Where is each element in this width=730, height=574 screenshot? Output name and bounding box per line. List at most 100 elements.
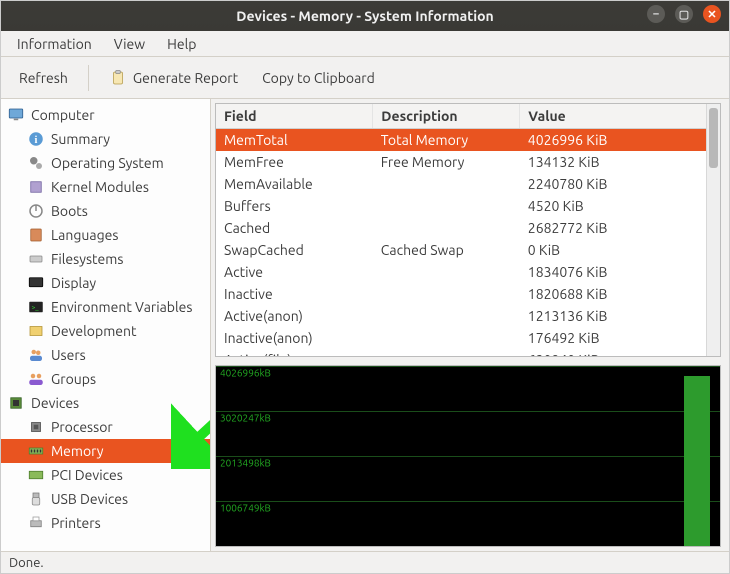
dev-icon: [27, 322, 45, 340]
chip-icon: [7, 394, 25, 412]
cell-description: Total Memory: [373, 129, 520, 152]
sidebar-item-label: Printers: [51, 515, 101, 531]
table-row[interactable]: SwapCachedCached Swap0 KiB: [216, 239, 706, 261]
toolbar-separator: [88, 65, 89, 91]
cell-value: 2682772 KiB: [520, 217, 706, 239]
power-icon: [27, 202, 45, 220]
info-icon: i: [27, 130, 45, 148]
table-row[interactable]: Active1834076 KiB: [216, 261, 706, 283]
sidebar-item-label: Operating System: [51, 155, 164, 171]
cell-description: Free Memory: [373, 151, 520, 173]
table-row[interactable]: MemAvailable2240780 KiB: [216, 173, 706, 195]
cell-description: [373, 217, 520, 239]
menu-help[interactable]: Help: [157, 33, 206, 55]
refresh-button[interactable]: Refresh: [11, 66, 76, 90]
sidebar-item-display[interactable]: Display: [1, 271, 210, 295]
table-row[interactable]: MemFreeFree Memory134132 KiB: [216, 151, 706, 173]
window-title: Devices - Memory - System Information: [11, 8, 719, 24]
display-icon: [27, 274, 45, 292]
copy-clipboard-label: Copy to Clipboard: [262, 70, 375, 86]
sidebar-item-label: Groups: [51, 371, 96, 387]
grid-scrollbar[interactable]: [706, 104, 720, 356]
maximize-button[interactable]: ▢: [675, 5, 693, 23]
gears-icon: [27, 154, 45, 172]
cell-field: MemTotal: [216, 129, 373, 152]
cell-value: 2240780 KiB: [520, 173, 706, 195]
cell-description: [373, 349, 520, 356]
sidebar-item-label: USB Devices: [51, 491, 128, 507]
sidebar-item-groups[interactable]: Groups: [1, 367, 210, 391]
table-row[interactable]: Active(anon)1213136 KiB: [216, 305, 706, 327]
window-controls: – ▢ ✕: [647, 5, 721, 23]
minimize-button[interactable]: –: [647, 5, 665, 23]
table-row[interactable]: MemTotalTotal Memory4026996 KiB: [216, 129, 706, 152]
cell-field: Active(file): [216, 349, 373, 356]
cell-field: MemFree: [216, 151, 373, 173]
printer-icon: [27, 514, 45, 532]
sidebar-item-label: Summary: [51, 131, 110, 147]
sidebar-item-label: PCI Devices: [51, 467, 123, 483]
chart-bar: [684, 376, 710, 546]
chart-tick-label: 4026996kB: [220, 368, 271, 379]
cell-value: 1834076 KiB: [520, 261, 706, 283]
window: Devices - Memory - System Information – …: [0, 0, 730, 574]
sidebar-item-environment-variables[interactable]: >_ Environment Variables: [1, 295, 210, 319]
sidebar-item-summary[interactable]: i Summary: [1, 127, 210, 151]
book-icon: [27, 226, 45, 244]
sidebar[interactable]: Computer i Summary Operating System Kernel M…: [1, 99, 211, 551]
close-button[interactable]: ✕: [703, 5, 721, 23]
sidebar-item-languages[interactable]: Languages: [1, 223, 210, 247]
usb-icon: [27, 490, 45, 508]
grid-header-value[interactable]: Value: [520, 104, 706, 129]
cpu-icon: [27, 418, 45, 436]
sidebar-item-boots[interactable]: Boots: [1, 199, 210, 223]
grid-scrollbar-thumb[interactable]: [709, 108, 718, 168]
memory-icon: [27, 442, 45, 460]
chart-gridline: [216, 366, 720, 367]
cell-value: 1820688 KiB: [520, 283, 706, 305]
copy-clipboard-button[interactable]: Copy to Clipboard: [254, 66, 383, 90]
terminal-icon: >_: [27, 298, 45, 316]
grid-header-description[interactable]: Description: [373, 104, 520, 129]
sidebar-section-devices[interactable]: Devices: [1, 391, 210, 415]
sidebar-item-usb-devices[interactable]: USB Devices: [1, 487, 210, 511]
sidebar-item-filesystems[interactable]: Filesystems: [1, 247, 210, 271]
sidebar-item-kernel-modules[interactable]: Kernel Modules: [1, 175, 210, 199]
chart-tick-label: 2013498kB: [220, 458, 271, 469]
cell-field: Inactive(anon): [216, 327, 373, 349]
sidebar-item-label: Environment Variables: [51, 299, 192, 315]
menu-view[interactable]: View: [104, 33, 155, 55]
table-row[interactable]: Inactive(anon)176492 KiB: [216, 327, 706, 349]
body: Computer i Summary Operating System Kernel M…: [1, 99, 729, 551]
sidebar-item-development[interactable]: Development: [1, 319, 210, 343]
sidebar-item-printers[interactable]: Printers: [1, 511, 210, 535]
sidebar-item-label: Users: [51, 347, 86, 363]
cell-value: 4520 KiB: [520, 195, 706, 217]
table-row[interactable]: Active(file) 620940 KiB: [216, 349, 706, 356]
table-row[interactable]: Inactive1820688 KiB: [216, 283, 706, 305]
data-grid[interactable]: Field Description Value MemTotalTotal Me…: [216, 104, 706, 356]
chart-gridline: [216, 501, 720, 502]
chart-tick-label: 1006749kB: [220, 503, 271, 514]
sidebar-item-processor[interactable]: Processor: [1, 415, 210, 439]
cell-value: 134132 KiB: [520, 151, 706, 173]
sidebar-item-memory[interactable]: Memory: [1, 439, 210, 463]
sidebar-item-users[interactable]: Users: [1, 343, 210, 367]
generate-report-button[interactable]: Generate Report: [101, 65, 246, 91]
cell-value: 0 KiB: [520, 239, 706, 261]
grid-header-field[interactable]: Field: [216, 104, 373, 129]
toolbar: Refresh Generate Report Copy to Clipboar…: [1, 57, 729, 99]
titlebar: Devices - Memory - System Information – …: [1, 1, 729, 31]
cell-value: 1213136 KiB: [520, 305, 706, 327]
cell-description: [373, 305, 520, 327]
sidebar-section-computer[interactable]: Computer: [1, 103, 210, 127]
table-row[interactable]: Buffers4520 KiB: [216, 195, 706, 217]
cell-value: 620940 KiB: [520, 349, 706, 356]
cell-field: SwapCached: [216, 239, 373, 261]
cell-description: [373, 195, 520, 217]
sidebar-item-pci-devices[interactable]: PCI Devices: [1, 463, 210, 487]
menu-information[interactable]: Information: [7, 33, 102, 55]
status-bar: Done.: [1, 551, 729, 573]
sidebar-item-operating-system[interactable]: Operating System: [1, 151, 210, 175]
table-row[interactable]: Cached2682772 KiB: [216, 217, 706, 239]
